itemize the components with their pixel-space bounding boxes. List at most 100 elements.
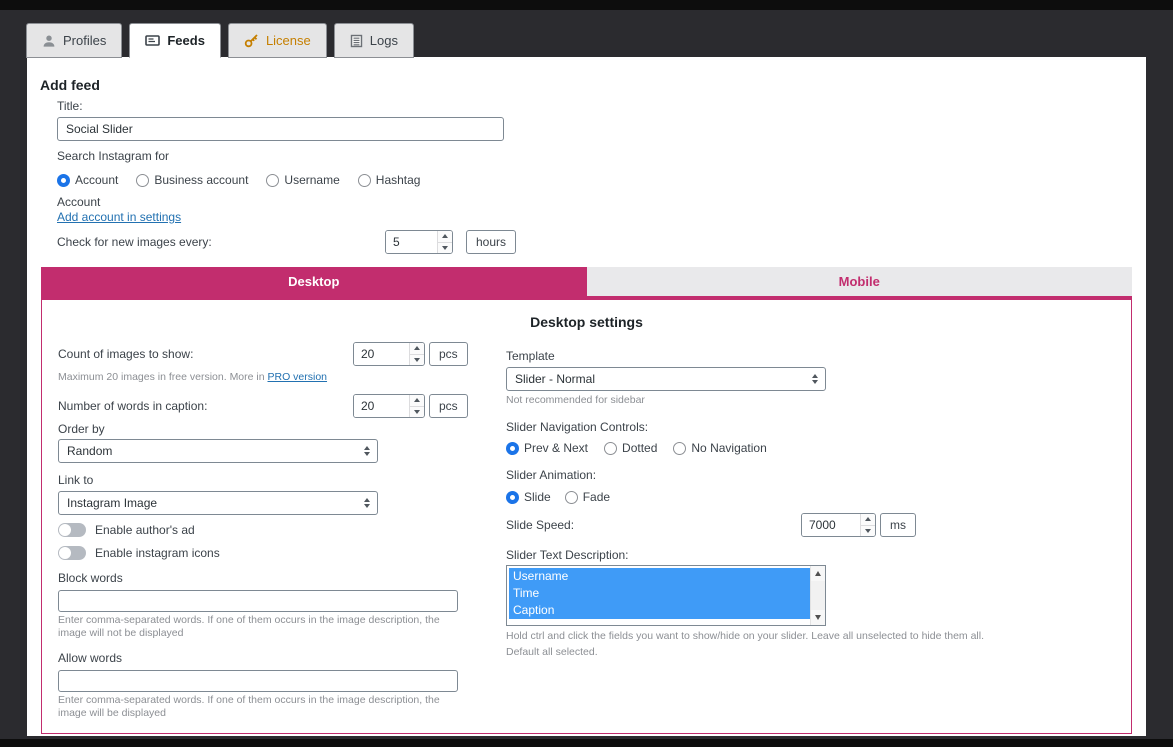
count-images-row: Count of images to show: pcs (58, 342, 506, 366)
radio-business-account[interactable]: Business account (136, 173, 248, 187)
stepper-arrows[interactable] (409, 343, 424, 365)
allow-words-input[interactable] (58, 670, 458, 692)
spin-down-icon[interactable] (438, 243, 452, 254)
title-label: Title: (57, 100, 1146, 112)
add-account-link[interactable]: Add account in settings (57, 211, 181, 224)
tab-feeds[interactable]: Feeds (129, 23, 221, 58)
top-black-strip (0, 0, 1173, 10)
tab-profiles[interactable]: Profiles (26, 23, 122, 58)
tab-label: Logs (370, 33, 398, 48)
slider-animation-radio-group: Slide Fade (506, 490, 1131, 504)
spin-up-icon[interactable] (861, 514, 875, 526)
radio-label: Slide (524, 490, 551, 504)
slider-text-listbox[interactable]: Username Time Caption (506, 565, 826, 626)
link-to-select[interactable]: Instagram Image (58, 491, 378, 515)
count-images-label: Count of images to show: (58, 348, 353, 360)
template-select[interactable]: Slider - Normal (506, 367, 826, 391)
allow-words-label: Allow words (58, 652, 506, 664)
radio-account[interactable]: Account (57, 173, 118, 187)
stepper-arrows[interactable] (437, 231, 452, 253)
radio-dot (358, 174, 371, 187)
template-help: Not recommended for sidebar (506, 394, 1131, 407)
radio-label: Account (75, 173, 118, 187)
tab-mobile[interactable]: Mobile (587, 267, 1133, 296)
top-tab-bar: Profiles Feeds License Logs (26, 23, 414, 58)
block-words-input[interactable] (58, 590, 458, 612)
block-words-label: Block words (58, 572, 506, 584)
bottom-black-strip (0, 739, 1173, 747)
nav-controls-label: Slider Navigation Controls: (506, 421, 1131, 433)
radio-dot (565, 491, 578, 504)
tab-logs[interactable]: Logs (334, 23, 414, 58)
radio-username[interactable]: Username (266, 173, 339, 187)
spin-up-icon[interactable] (410, 395, 424, 407)
chevron-updown-icon (812, 374, 818, 384)
radio-label: Username (284, 173, 339, 187)
template-label: Template (506, 350, 1131, 362)
pro-version-link[interactable]: PRO version (268, 371, 328, 384)
desktop-settings-panel: Desktop settings Count of images to show… (41, 300, 1132, 734)
radio-dot (57, 174, 70, 187)
scroll-track[interactable] (811, 581, 825, 610)
slide-speed-row: Slide Speed: ms (506, 513, 1131, 537)
list-item[interactable]: Username (509, 568, 810, 585)
device-panel: Desktop Mobile Desktop settings Count of… (41, 267, 1132, 734)
search-type-radio-group: Account Business account Username Hashta… (57, 173, 1146, 187)
order-by-label: Order by (58, 423, 506, 435)
spin-up-icon[interactable] (438, 231, 452, 243)
radio-dotted[interactable]: Dotted (604, 441, 657, 455)
spin-down-icon[interactable] (861, 526, 875, 537)
scroll-up-icon[interactable] (811, 566, 825, 581)
radio-dot (673, 442, 686, 455)
listbox-help: Hold ctrl and click the fields you want … (506, 630, 1131, 643)
list-item[interactable]: Time (509, 585, 810, 602)
tab-license[interactable]: License (228, 23, 327, 58)
slide-speed-input[interactable] (802, 514, 860, 536)
words-caption-input[interactable] (354, 395, 409, 417)
radio-label: No Navigation (691, 441, 766, 455)
logs-icon (350, 34, 363, 48)
radio-label: Dotted (622, 441, 657, 455)
tab-label: Profiles (63, 33, 106, 48)
tab-label: License (266, 33, 311, 48)
listbox-scrollbar[interactable] (810, 566, 825, 625)
check-interval-input[interactable] (386, 231, 437, 253)
radio-no-navigation[interactable]: No Navigation (673, 441, 766, 455)
radio-slide[interactable]: Slide (506, 490, 551, 504)
stepper-arrows[interactable] (409, 395, 424, 417)
check-interval-label: Check for new images every: (57, 236, 385, 248)
main-panel: Add feed Title: Search Instagram for Acc… (27, 57, 1146, 736)
spin-down-icon[interactable] (410, 407, 424, 418)
words-caption-stepper (353, 394, 425, 418)
left-settings-column: Count of images to show: pcs Maximum 20 … (42, 342, 506, 720)
radio-dot (604, 442, 617, 455)
instagram-icons-toggle[interactable] (58, 546, 86, 560)
authors-ad-toggle[interactable] (58, 523, 86, 537)
radio-dot (136, 174, 149, 187)
slide-speed-unit: ms (880, 513, 916, 537)
radio-label: Prev & Next (524, 441, 588, 455)
list-item[interactable]: Caption (509, 602, 810, 619)
spin-up-icon[interactable] (410, 343, 424, 355)
stepper-arrows[interactable] (860, 514, 875, 536)
count-images-stepper (353, 342, 425, 366)
words-caption-row: Number of words in caption: pcs (58, 394, 506, 418)
tab-desktop[interactable]: Desktop (41, 267, 587, 296)
spin-down-icon[interactable] (410, 355, 424, 366)
radio-prev-next[interactable]: Prev & Next (506, 441, 588, 455)
search-instagram-label: Search Instagram for (57, 150, 1146, 162)
page-title: Add feed (40, 78, 1146, 92)
check-interval-unit: hours (466, 230, 516, 254)
instagram-icons-label: Enable instagram icons (95, 547, 220, 559)
allow-words-help: Enter comma-separated words. If one of t… (58, 694, 466, 720)
desktop-settings-title: Desktop settings (42, 314, 1131, 330)
listbox-default-note: Default all selected. (506, 646, 1131, 659)
count-images-input[interactable] (354, 343, 409, 365)
order-by-select[interactable]: Random (58, 439, 378, 463)
title-input[interactable] (57, 117, 504, 141)
radio-hashtag[interactable]: Hashtag (358, 173, 421, 187)
scroll-down-icon[interactable] (811, 610, 825, 625)
tab-label: Feeds (167, 33, 205, 48)
radio-fade[interactable]: Fade (565, 490, 610, 504)
block-words-help: Enter comma-separated words. If one of t… (58, 614, 466, 640)
